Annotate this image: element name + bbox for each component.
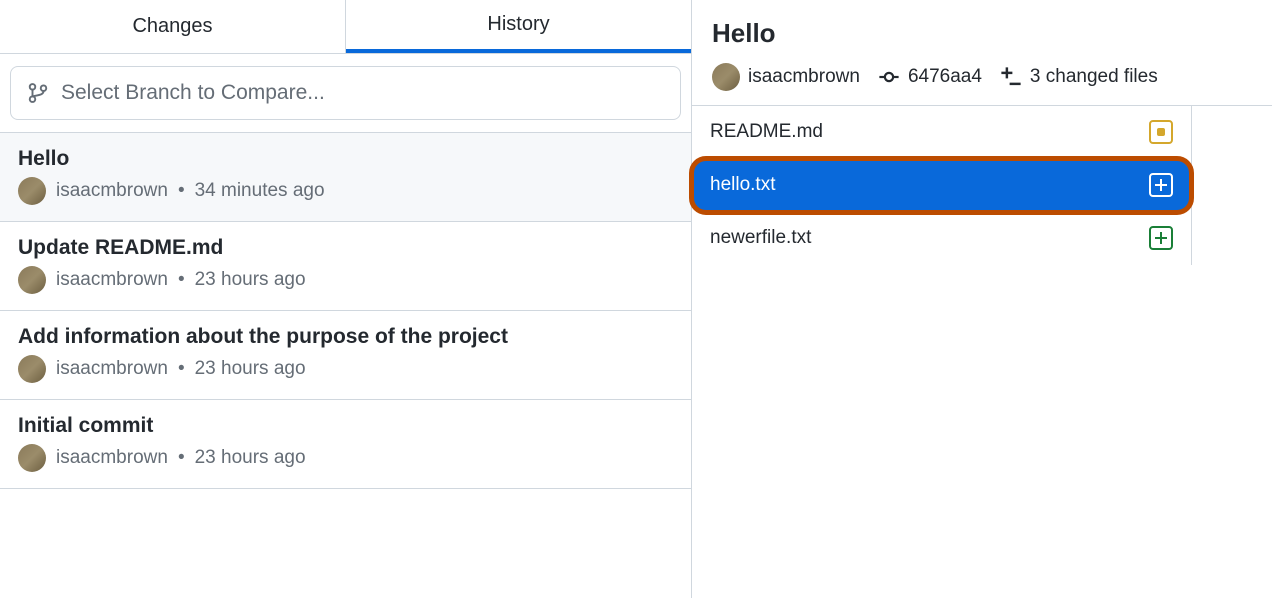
commit-item[interactable]: Hello isaacmbrown • 34 minutes ago <box>0 133 691 222</box>
commit-meta: isaacmbrown • 23 hours ago <box>18 266 673 294</box>
separator-dot: • <box>178 269 185 291</box>
separator-dot: • <box>178 358 185 380</box>
commit-meta: isaacmbrown • 23 hours ago <box>18 444 673 472</box>
avatar <box>712 63 740 91</box>
tab-changes-label: Changes <box>132 15 212 38</box>
commit-author: isaacmbrown <box>56 447 168 469</box>
commit-title: Initial commit <box>18 414 673 438</box>
commit-author: isaacmbrown <box>56 358 168 380</box>
commit-detail-panel: Hello isaacmbrown 6476aa4 <box>692 0 1272 598</box>
commit-title: Add information about the purpose of the… <box>18 325 673 349</box>
commit-sha: 6476aa4 <box>908 66 982 88</box>
commit-time: 34 minutes ago <box>195 180 325 202</box>
commit-title: Hello <box>18 147 673 171</box>
separator-dot: • <box>178 180 185 202</box>
tabs: Changes History <box>0 0 691 54</box>
changed-files-label: 3 changed files <box>1030 66 1158 88</box>
changed-files-group[interactable]: 3 changed files <box>1000 66 1158 88</box>
avatar <box>18 266 46 294</box>
file-name: README.md <box>710 121 823 143</box>
separator-dot: • <box>178 447 185 469</box>
avatar <box>18 355 46 383</box>
file-name: newerfile.txt <box>710 227 811 249</box>
commit-item[interactable]: Update README.md isaacmbrown • 23 hours … <box>0 222 691 311</box>
author-group: isaacmbrown <box>712 63 860 91</box>
file-list: README.md hello.txt newerfile.txt <box>692 106 1192 265</box>
status-added-icon <box>1149 173 1173 197</box>
commit-time: 23 hours ago <box>195 269 306 291</box>
branch-compare-placeholder: Select Branch to Compare... <box>61 81 325 105</box>
sha-group[interactable]: 6476aa4 <box>878 66 982 88</box>
file-item[interactable]: newerfile.txt <box>692 212 1191 265</box>
diff-icon <box>1000 66 1022 88</box>
avatar <box>18 444 46 472</box>
commit-author: isaacmbrown <box>56 180 168 202</box>
commit-detail-title: Hello <box>712 18 1252 49</box>
branch-compare-select[interactable]: Select Branch to Compare... <box>10 66 681 120</box>
status-modified-icon <box>1149 120 1173 144</box>
tab-history[interactable]: History <box>346 0 691 53</box>
tab-history-label: History <box>487 13 549 36</box>
commit-item[interactable]: Initial commit isaacmbrown • 23 hours ag… <box>0 400 691 489</box>
commit-time: 23 hours ago <box>195 447 306 469</box>
commit-item[interactable]: Add information about the purpose of the… <box>0 311 691 400</box>
status-added-icon <box>1149 226 1173 250</box>
commit-meta: isaacmbrown • 34 minutes ago <box>18 177 673 205</box>
commit-time: 23 hours ago <box>195 358 306 380</box>
file-name: hello.txt <box>710 174 775 196</box>
commit-detail-meta: isaacmbrown 6476aa4 3 changed files <box>712 63 1252 91</box>
commit-detail-header: Hello isaacmbrown 6476aa4 <box>692 0 1272 106</box>
history-panel: Changes History Select Branch to Compare… <box>0 0 692 598</box>
tab-changes[interactable]: Changes <box>0 0 346 53</box>
git-branch-icon <box>27 82 49 104</box>
commit-author: isaacmbrown <box>56 269 168 291</box>
commit-meta: isaacmbrown • 23 hours ago <box>18 355 673 383</box>
avatar <box>18 177 46 205</box>
commit-icon <box>878 66 900 88</box>
file-item[interactable]: hello.txt <box>692 159 1191 212</box>
commit-list: Hello isaacmbrown • 34 minutes ago Updat… <box>0 132 691 489</box>
commit-detail-author: isaacmbrown <box>748 66 860 88</box>
commit-title: Update README.md <box>18 236 673 260</box>
file-item[interactable]: README.md <box>692 106 1191 159</box>
